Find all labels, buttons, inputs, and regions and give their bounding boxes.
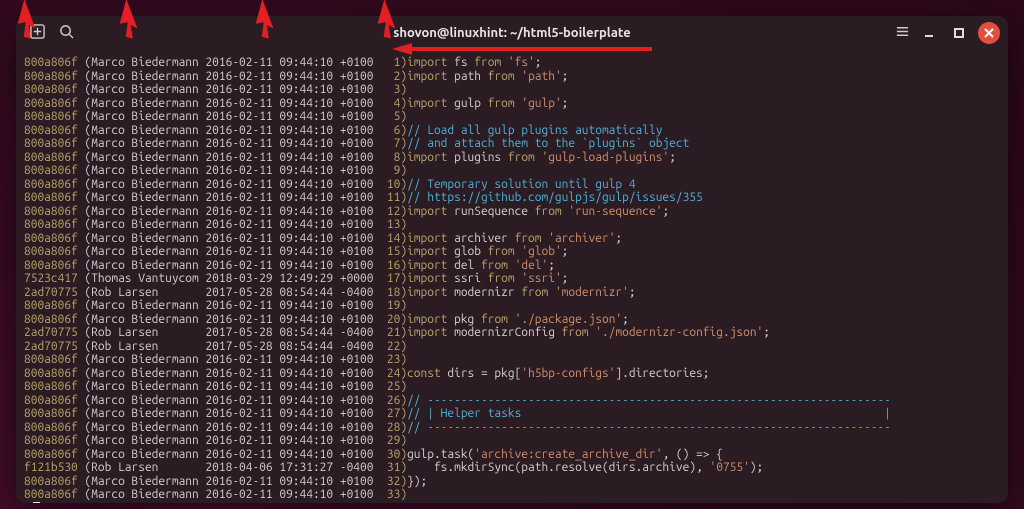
blame-row: 800a806f (Marco Biedermann 2016-02-11 09… — [24, 475, 1000, 489]
blame-row: 800a806f (Marco Biedermann 2016-02-11 09… — [24, 394, 1000, 408]
terminal-window: shovon@linuxhint: ~/html5-boilerplate 80… — [16, 16, 1008, 503]
blame-row: 800a806f (Marco Biedermann 2016-02-11 09… — [24, 56, 1000, 70]
blame-row: 800a806f (Marco Biedermann 2016-02-11 09… — [24, 232, 1000, 246]
blame-row: 7523c417 (Thomas Vantuycom 2018-03-29 12… — [24, 272, 1000, 286]
blame-row: 800a806f (Marco Biedermann 2016-02-11 09… — [24, 259, 1000, 273]
blame-row: 800a806f (Marco Biedermann 2016-02-11 09… — [24, 97, 1000, 111]
window-title: shovon@linuxhint: ~/html5-boilerplate — [393, 26, 631, 40]
blame-row: 800a806f (Marco Biedermann 2016-02-11 09… — [24, 83, 1000, 97]
blame-row: 800a806f (Marco Biedermann 2016-02-11 09… — [24, 218, 1000, 232]
blame-row: 800a806f (Marco Biedermann 2016-02-11 09… — [24, 367, 1000, 381]
menu-icon[interactable] — [895, 24, 910, 42]
blame-row: 800a806f (Marco Biedermann 2016-02-11 09… — [24, 488, 1000, 502]
minimize-button[interactable] — [918, 22, 940, 44]
blame-row: 800a806f (Marco Biedermann 2016-02-11 09… — [24, 407, 1000, 421]
new-tab-icon[interactable] — [30, 24, 45, 42]
blame-row: 800a806f (Marco Biedermann 2016-02-11 09… — [24, 245, 1000, 259]
blame-row: 2ad70775 (Rob Larsen 2017-05-28 08:54:44… — [24, 326, 1000, 340]
blame-row: 800a806f (Marco Biedermann 2016-02-11 09… — [24, 191, 1000, 205]
titlebar: shovon@linuxhint: ~/html5-boilerplate — [16, 16, 1008, 50]
blame-row: f121b530 (Rob Larsen 2018-04-06 17:31:27… — [24, 461, 1000, 475]
blame-row: 800a806f (Marco Biedermann 2016-02-11 09… — [24, 380, 1000, 394]
blame-row: 800a806f (Marco Biedermann 2016-02-11 09… — [24, 70, 1000, 84]
blame-row: 800a806f (Marco Biedermann 2016-02-11 09… — [24, 313, 1000, 327]
blame-row: 800a806f (Marco Biedermann 2016-02-11 09… — [24, 124, 1000, 138]
blame-row: 800a806f (Marco Biedermann 2016-02-11 09… — [24, 353, 1000, 367]
blame-row: 800a806f (Marco Biedermann 2016-02-11 09… — [24, 434, 1000, 448]
blame-row: 800a806f (Marco Biedermann 2016-02-11 09… — [24, 178, 1000, 192]
blame-row: 800a806f (Marco Biedermann 2016-02-11 09… — [24, 137, 1000, 151]
cursor — [33, 502, 40, 503]
blame-row: 800a806f (Marco Biedermann 2016-02-11 09… — [24, 164, 1000, 178]
blame-row: 800a806f (Marco Biedermann 2016-02-11 09… — [24, 151, 1000, 165]
blame-row: 800a806f (Marco Biedermann 2016-02-11 09… — [24, 205, 1000, 219]
blame-row: 800a806f (Marco Biedermann 2016-02-11 09… — [24, 110, 1000, 124]
blame-row: 2ad70775 (Rob Larsen 2017-05-28 08:54:44… — [24, 286, 1000, 300]
search-icon[interactable] — [59, 24, 74, 42]
maximize-button[interactable] — [948, 22, 970, 44]
blame-row: 800a806f (Marco Biedermann 2016-02-11 09… — [24, 448, 1000, 462]
blame-row: 800a806f (Marco Biedermann 2016-02-11 09… — [24, 299, 1000, 313]
pager-prompt[interactable]: : — [24, 502, 1000, 504]
blame-row: 2ad70775 (Rob Larsen 2017-05-28 08:54:44… — [24, 340, 1000, 354]
close-button[interactable] — [978, 22, 1000, 44]
terminal-body[interactable]: 800a806f (Marco Biedermann 2016-02-11 09… — [16, 50, 1008, 503]
blame-row: 800a806f (Marco Biedermann 2016-02-11 09… — [24, 421, 1000, 435]
